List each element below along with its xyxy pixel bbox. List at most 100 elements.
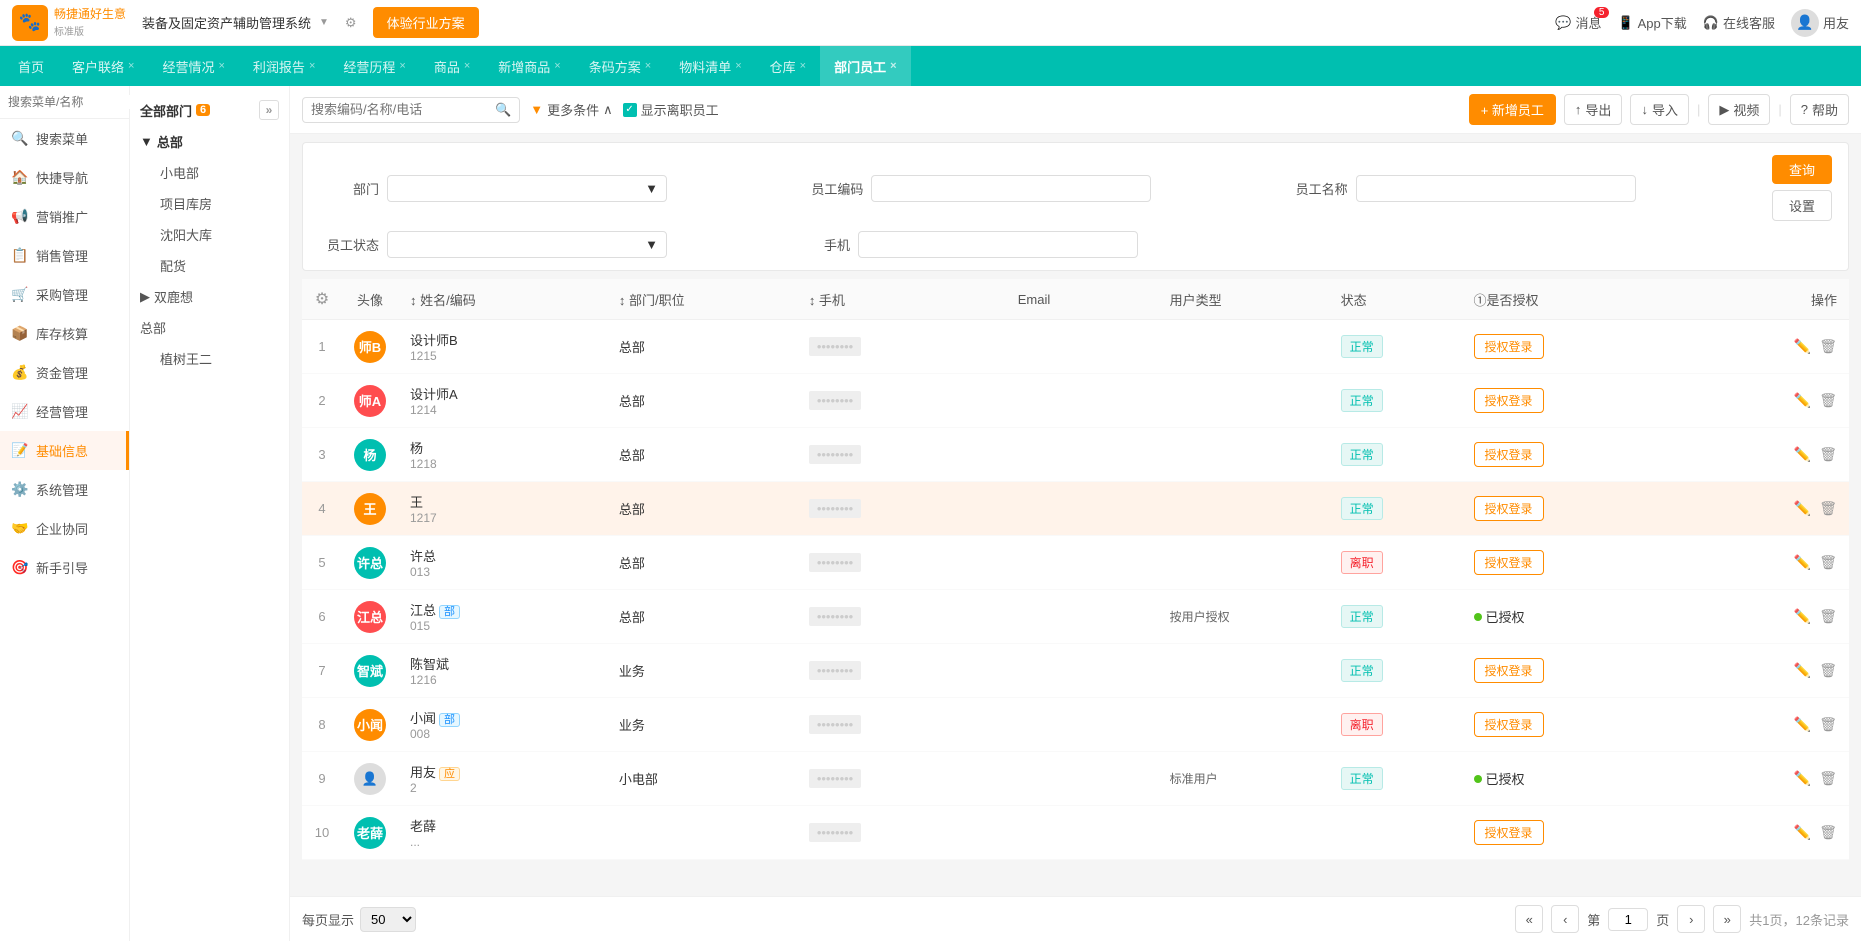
tab-home[interactable]: 首页 [4, 46, 58, 86]
delete-icon[interactable]: 🗑 [1819, 770, 1837, 787]
sidebar-item-purchase[interactable]: 🛒 采购管理 [0, 275, 129, 314]
sidebar-item-marketing[interactable]: 📢 营销推广 [0, 197, 129, 236]
sidebar-item-nav[interactable]: 🔍 搜索菜单 [0, 119, 129, 158]
filter-dept: 部门 ▼ [319, 175, 783, 202]
tab-dept-staff[interactable]: 部门员工 × [820, 46, 910, 86]
query-button[interactable]: 查询 [1772, 155, 1832, 184]
delete-icon[interactable]: 🗑 [1819, 392, 1837, 409]
video-button[interactable]: ▶ 视频 [1708, 94, 1770, 125]
tab-customer[interactable]: 客户联络 × [58, 46, 148, 86]
tab-history[interactable]: 经营历程 × [329, 46, 419, 86]
tab-bom[interactable]: 物料清单 × [665, 46, 755, 86]
export-button[interactable]: ↑ 导出 [1564, 94, 1623, 125]
dept-tree-zongbu-parent[interactable]: ▼ 总部 [130, 126, 289, 157]
col-dept-header[interactable]: ↕ 部门/职位 [607, 279, 797, 320]
more-filter-button[interactable]: ▼ 更多条件 ∧ [530, 100, 612, 119]
auth-login-button[interactable]: 授权登录 [1474, 658, 1544, 683]
auth-login-button[interactable]: 授权登录 [1474, 496, 1544, 521]
status-select[interactable]: ▼ [387, 231, 667, 258]
tab-goods[interactable]: 商品 × [420, 46, 484, 86]
delete-icon[interactable]: 🗑 [1819, 500, 1837, 517]
edit-icon[interactable]: ✏️ [1794, 446, 1811, 463]
system-dropdown-icon[interactable]: ▼ [319, 17, 329, 28]
sidebar-item-guide[interactable]: 🎯 新手引导 [0, 548, 129, 587]
message-button[interactable]: 💬 消息 5 [1555, 13, 1601, 32]
auth-login-button[interactable]: 授权登录 [1474, 388, 1544, 413]
sidebar-item-inventory[interactable]: 📦 库存核算 [0, 314, 129, 353]
phone-input[interactable] [858, 231, 1138, 258]
show-resigned-wrap[interactable]: 显示离职员工 [623, 100, 719, 119]
tab-profit[interactable]: 利润报告 × [239, 46, 329, 86]
edit-icon[interactable]: ✏️ [1794, 662, 1811, 679]
download-icon: 📱 [1617, 15, 1633, 31]
edit-icon[interactable]: ✏️ [1794, 716, 1811, 733]
delete-icon[interactable]: 🗑 [1819, 446, 1837, 463]
dept-item-project[interactable]: 项目库房 [160, 188, 289, 219]
marketing-icon: 📢 [12, 209, 28, 225]
settings-icon[interactable]: ⚙ [345, 15, 357, 31]
dept-item-zongbu2[interactable]: 总部 [130, 312, 289, 343]
import-button[interactable]: ↓ 导入 [1630, 94, 1689, 125]
first-page-button[interactable]: « [1515, 905, 1543, 933]
edit-icon[interactable]: ✏️ [1794, 824, 1811, 841]
edit-icon[interactable]: ✏️ [1794, 500, 1811, 517]
emp-name-input[interactable] [1356, 175, 1636, 202]
page-size-select[interactable]: 50 100 200 [360, 907, 416, 932]
sidebar-item-sales[interactable]: 📋 销售管理 [0, 236, 129, 275]
dept-item-zhishu[interactable]: 植树王二 [160, 343, 289, 374]
delete-icon[interactable]: 🗑 [1819, 716, 1837, 733]
sidebar-item-home[interactable]: 🏠 快捷导航 [0, 158, 129, 197]
tab-barcode[interactable]: 条码方案 × [575, 46, 665, 86]
edit-icon[interactable]: ✏️ [1794, 608, 1811, 625]
help-button[interactable]: ? 帮助 [1790, 94, 1849, 125]
set-button[interactable]: 设置 [1772, 190, 1832, 221]
delete-icon[interactable]: 🗑 [1819, 662, 1837, 679]
search-input[interactable] [311, 102, 491, 117]
user-area[interactable]: 👤 用友 [1791, 9, 1849, 37]
emp-name-label: 员工名称 [1288, 179, 1348, 198]
dept-collapse-button[interactable]: » [259, 100, 279, 120]
col-phone-header[interactable]: ↕ 手机 [797, 279, 1006, 320]
edit-icon[interactable]: ✏️ [1794, 554, 1811, 571]
auth-login-button[interactable]: 授权登录 [1474, 712, 1544, 737]
edit-icon[interactable]: ✏️ [1794, 392, 1811, 409]
delete-icon[interactable]: 🗑 [1819, 554, 1837, 571]
dept-item-shuangluxiang[interactable]: ▶ 双鹿想 [130, 281, 289, 312]
delete-icon[interactable]: 🗑 [1819, 608, 1837, 625]
online-service-button[interactable]: 🎧 在线客服 [1703, 13, 1775, 32]
prev-page-button[interactable]: ‹ [1551, 905, 1579, 933]
auth-login-button[interactable]: 授权登录 [1474, 550, 1544, 575]
next-page-button[interactable]: › [1677, 905, 1705, 933]
last-page-button[interactable]: » [1713, 905, 1741, 933]
edit-icon[interactable]: ✏️ [1794, 338, 1811, 355]
sidebar-item-system[interactable]: ⚙️ 系统管理 [0, 470, 129, 509]
row-usertype [1158, 644, 1329, 698]
table-settings-icon[interactable]: ⚙ [315, 291, 329, 308]
delete-icon[interactable]: 🗑 [1819, 824, 1837, 841]
tab-operation[interactable]: 经营情况 × [148, 46, 238, 86]
sidebar-item-collab[interactable]: 🤝 企业协同 [0, 509, 129, 548]
sidebar-item-biz[interactable]: 📈 经营管理 [0, 392, 129, 431]
tab-warehouse[interactable]: 仓库 × [756, 46, 820, 86]
col-name-header[interactable]: ↕ 姓名/编码 [398, 279, 607, 320]
auth-login-button[interactable]: 授权登录 [1474, 820, 1544, 845]
trial-button[interactable]: 体验行业方案 [373, 7, 479, 38]
show-resigned-checkbox[interactable] [623, 103, 637, 117]
edit-icon[interactable]: ✏️ [1794, 770, 1811, 787]
sidebar-item-finance[interactable]: 💰 资金管理 [0, 353, 129, 392]
app-download-button[interactable]: 📱 App下载 [1617, 13, 1686, 32]
avatar-circle: 杨 [354, 439, 386, 471]
sidebar-item-basic[interactable]: 📝 基础信息 [0, 431, 129, 470]
delete-icon[interactable]: 🗑 [1819, 338, 1837, 355]
tab-add-goods[interactable]: 新增商品 × [484, 46, 574, 86]
dept-tree-sub: 小电部 项目库房 沈阳大库 配货 [130, 157, 289, 281]
dept-item-shenyang[interactable]: 沈阳大库 [160, 219, 289, 250]
emp-code-input[interactable] [871, 175, 1151, 202]
page-number-input[interactable] [1608, 908, 1648, 931]
dept-item-xiaodian[interactable]: 小电部 [160, 157, 289, 188]
add-employee-button[interactable]: + 新增员工 [1469, 94, 1556, 125]
dept-item-peiuo[interactable]: 配货 [160, 250, 289, 281]
dept-select[interactable]: ▼ [387, 175, 667, 202]
auth-login-button[interactable]: 授权登录 [1474, 442, 1544, 467]
auth-login-button[interactable]: 授权登录 [1474, 334, 1544, 359]
